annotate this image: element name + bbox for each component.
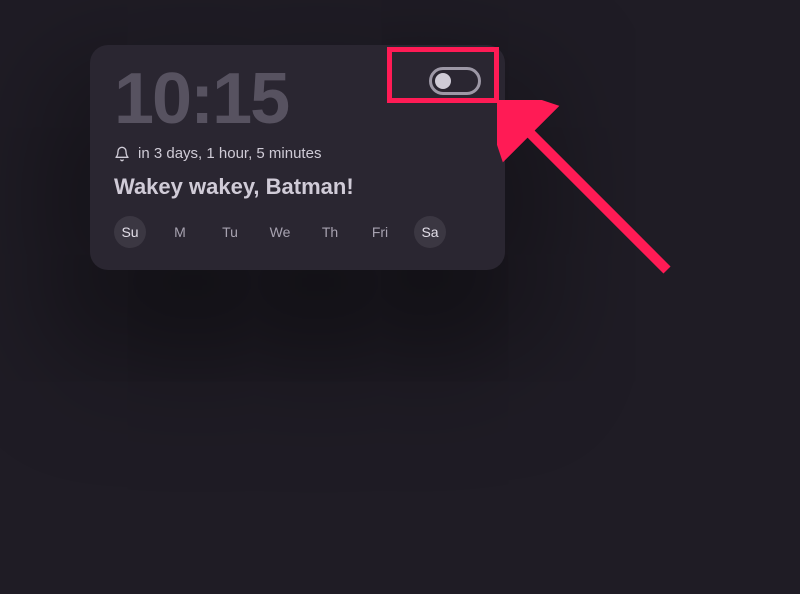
alarm-time[interactable]: 10:15 xyxy=(114,63,288,135)
day-toggle[interactable]: Tu xyxy=(214,216,246,248)
days-row: Su M Tu We Th Fri Sa xyxy=(114,216,481,248)
day-toggle[interactable]: Sa xyxy=(414,216,446,248)
day-toggle[interactable]: Th xyxy=(314,216,346,248)
alarm-card: 10:15 in 3 days, 1 hour, 5 minutes Wakey… xyxy=(90,45,505,270)
bell-icon xyxy=(114,146,130,162)
toggle-knob xyxy=(435,73,451,89)
day-toggle[interactable]: M xyxy=(164,216,196,248)
alarm-title[interactable]: Wakey wakey, Batman! xyxy=(114,174,481,200)
annotation-arrow xyxy=(497,100,697,300)
day-toggle[interactable]: Su xyxy=(114,216,146,248)
day-toggle[interactable]: We xyxy=(264,216,296,248)
countdown-text: in 3 days, 1 hour, 5 minutes xyxy=(138,145,321,162)
alarm-enable-toggle[interactable] xyxy=(429,67,481,95)
countdown-row: in 3 days, 1 hour, 5 minutes xyxy=(114,145,481,162)
day-toggle[interactable]: Fri xyxy=(364,216,396,248)
card-header: 10:15 xyxy=(114,63,481,135)
